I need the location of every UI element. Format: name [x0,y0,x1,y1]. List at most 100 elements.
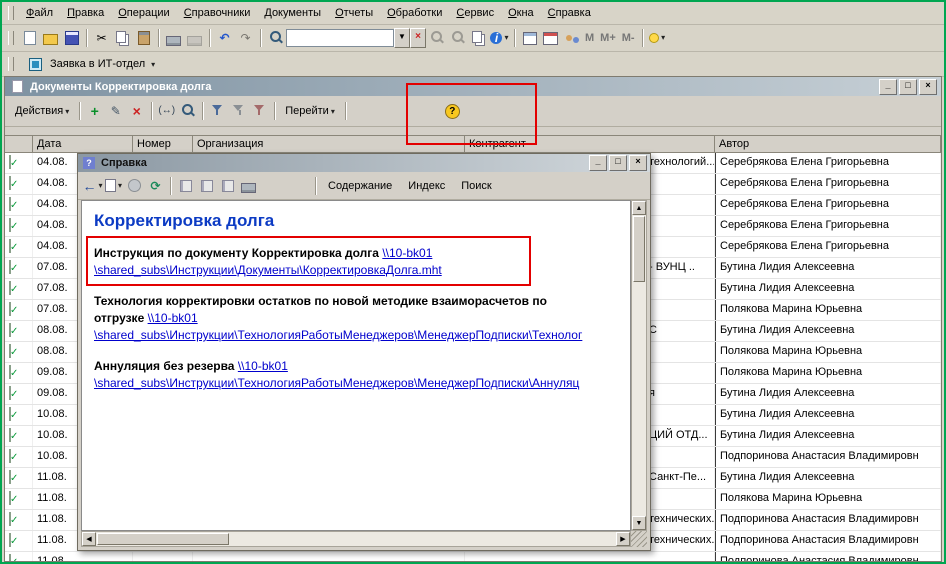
separator [86,29,87,47]
page-options-icon[interactable] [104,177,123,195]
scroll-right-button[interactable]: ▶ [616,532,630,546]
calendar-icon[interactable] [541,29,560,47]
menu-item[interactable]: Документы [257,4,328,22]
posted-document-icon [9,344,11,358]
delete-icon[interactable] [127,102,146,120]
filter-icon[interactable] [208,102,227,120]
cut-icon[interactable] [92,29,111,47]
menu-item[interactable]: Окна [501,4,541,22]
menu-item[interactable]: Сервис [449,4,501,22]
posted-document-icon [9,512,11,526]
scroll-left-button[interactable]: ◀ [82,532,96,546]
help-minimize-button[interactable] [589,155,607,171]
search-clear-button[interactable]: × [410,28,426,48]
index-button[interactable]: Индекс [400,177,453,195]
cell-status [5,153,33,173]
cell-status [5,384,33,404]
posted-document-icon [9,386,11,400]
separator [315,176,316,195]
search-dropdown-button[interactable]: ▼ [394,28,410,48]
clear-filter-icon[interactable] [250,102,269,120]
posted-document-icon [9,218,11,232]
table-row[interactable]: 11.08. Подпоринова Анастасия Владимировн [5,552,941,561]
documents-window-titlebar[interactable]: Документы Корректировка долга [5,77,941,96]
close-button[interactable] [919,78,937,95]
help-window-titlebar[interactable]: Справка [78,154,650,172]
help-maximize-button[interactable] [609,155,627,171]
scroll-up-button[interactable]: ▲ [632,201,646,215]
add-icon[interactable] [85,102,104,120]
menu-item[interactable]: Файл [19,4,60,22]
search-icon[interactable] [266,29,285,47]
view-pane-icon[interactable] [176,177,195,195]
table-icon[interactable] [520,29,539,47]
help-server-link[interactable]: \\10-bk01 [148,311,198,325]
menu-bar: Файл Правка Операции Справочники Документы От… [2,2,944,25]
help-close-button[interactable] [629,155,647,171]
view-pane-icon[interactable] [197,177,216,195]
filter-settings-icon[interactable] [229,102,248,120]
menu-item[interactable]: Справочники [177,4,258,22]
posted-document-icon [9,155,11,169]
column-header-number[interactable]: Номер [133,136,193,152]
users-icon[interactable] [562,29,581,47]
info-icon[interactable] [490,29,509,47]
contents-button[interactable]: Содержание [320,177,400,195]
toolbar-grip[interactable] [8,31,14,45]
vertical-scroll-thumb[interactable] [633,216,645,282]
help-window-title: Справка [101,157,147,169]
redo-icon [236,29,255,47]
column-header-author[interactable]: Автор [715,136,941,152]
save-icon[interactable] [62,29,81,47]
search-button[interactable]: Поиск [453,177,499,195]
cell-author: Полякова Марина Юрьевна [715,489,941,509]
column-header-icon[interactable] [5,136,33,152]
undo-icon[interactable] [215,29,234,47]
format-painter-icon[interactable] [469,29,488,47]
resize-grip[interactable] [631,531,647,547]
restore-button[interactable] [899,78,917,95]
help-path-link[interactable]: \shared_subs\Инструкции\Документы\Коррек… [94,263,442,277]
help-server-link[interactable]: \\10-bk01 [382,246,432,260]
toolbar-grip[interactable] [8,6,14,20]
column-header-counterparty[interactable]: Контрагент [465,136,715,152]
open-icon[interactable] [41,29,60,47]
list-search-icon[interactable] [178,102,197,120]
cell-status [5,237,33,257]
cell-author: Серебрякова Елена Григорьевна [715,174,941,194]
copy-icon[interactable] [113,29,132,47]
scroll-down-button[interactable]: ▼ [632,516,646,530]
print-icon[interactable] [164,29,183,47]
new-document-icon[interactable] [20,29,39,47]
goto-button[interactable]: Перейти [279,102,341,120]
tips-icon[interactable] [648,29,667,47]
it-request-button[interactable]: Заявка в ИТ-отдел [19,53,161,75]
horizontal-scroll-thumb[interactable] [97,533,229,545]
menu-item[interactable]: Обработки [380,4,449,22]
paste-icon[interactable] [134,29,153,47]
help-server-link[interactable]: \\10-bk01 [238,359,288,373]
set-interval-icon[interactable] [157,102,176,120]
back-icon[interactable] [83,177,102,195]
view-pane-icon[interactable] [218,177,237,195]
menu-item[interactable]: Отчеты [328,4,380,22]
menu-item[interactable]: Операции [111,4,176,22]
help-path-link[interactable]: \shared_subs\Инструкции\ТехнологияРаботы… [94,376,579,390]
minimize-button[interactable] [879,78,897,95]
help-path-link[interactable]: \shared_subs\Инструкции\ТехнологияРаботы… [94,328,582,342]
column-header-date[interactable]: Дата [33,136,133,152]
calculator-memory-button: M [585,32,595,44]
cell-status [5,426,33,446]
column-header-organization[interactable]: Организация [193,136,465,152]
help-button[interactable] [443,102,462,120]
edit-icon[interactable] [106,102,125,120]
print-preview-icon[interactable] [185,29,204,47]
toolbar-grip[interactable] [8,57,14,71]
refresh-icon[interactable] [146,177,165,195]
separator [209,29,210,47]
menu-item[interactable]: Справка [541,4,598,22]
help-print-icon[interactable] [239,177,258,195]
actions-button[interactable]: Действия [9,102,75,120]
search-input[interactable] [286,29,394,47]
menu-item[interactable]: Правка [60,4,111,22]
